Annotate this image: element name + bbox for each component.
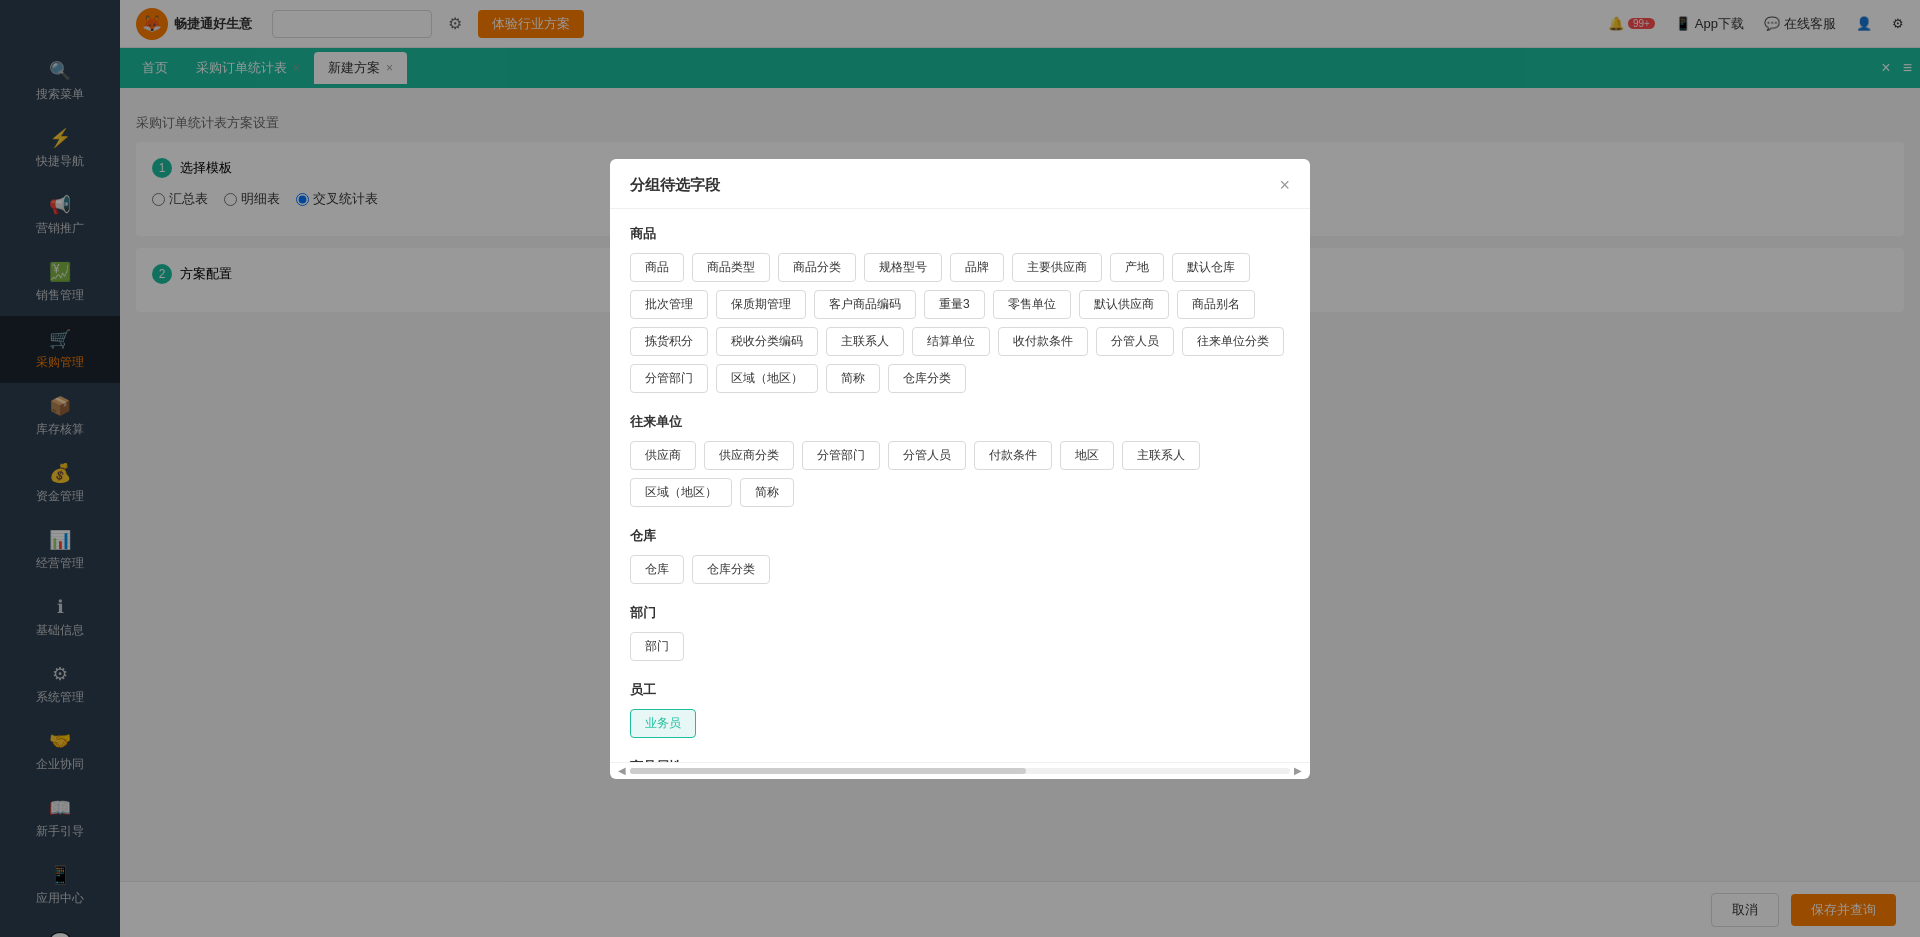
field-batch-mgmt[interactable]: 批次管理 [630, 290, 708, 319]
field-spec-type[interactable]: 规格型号 [864, 253, 942, 282]
field-dept2[interactable]: 分管部门 [802, 441, 880, 470]
section-dept-title: 部门 [630, 604, 1290, 622]
field-pickup-score[interactable]: 拣货积分 [630, 327, 708, 356]
modal-overlay: 分组待选字段 × 商品 商品 商品类型 商品分类 规格型号 品牌 主要供应商 产… [0, 0, 1920, 937]
hscroll-right-arrow[interactable]: ▶ [1294, 765, 1302, 776]
hscroll-thumb [630, 768, 1026, 774]
section-product-title: 商品 [630, 225, 1290, 243]
field-payment-condition[interactable]: 付款条件 [974, 441, 1052, 470]
hscroll-track [630, 768, 1290, 774]
field-region2[interactable]: 地区 [1060, 441, 1114, 470]
field-warehouse[interactable]: 仓库 [630, 555, 684, 584]
partner-fields: 供应商 供应商分类 分管部门 分管人员 付款条件 地区 主联系人 区域（地区） … [630, 441, 1290, 507]
field-main-supplier[interactable]: 主要供应商 [1012, 253, 1102, 282]
hscroll-left-arrow[interactable]: ◀ [618, 765, 626, 776]
section-employee: 员工 业务员 [630, 681, 1290, 738]
field-customer-code[interactable]: 客户商品编码 [814, 290, 916, 319]
field-manager[interactable]: 分管人员 [1096, 327, 1174, 356]
field-main-contact[interactable]: 主联系人 [826, 327, 904, 356]
field-default-warehouse[interactable]: 默认仓库 [1172, 253, 1250, 282]
field-manager2[interactable]: 分管人员 [888, 441, 966, 470]
field-short-name2[interactable]: 简称 [740, 478, 794, 507]
section-warehouse-title: 仓库 [630, 527, 1290, 545]
field-tax-code[interactable]: 税收分类编码 [716, 327, 818, 356]
field-product-category[interactable]: 商品分类 [778, 253, 856, 282]
field-supplier-category[interactable]: 供应商分类 [704, 441, 794, 470]
modal-header: 分组待选字段 × [610, 159, 1310, 209]
field-default-supplier[interactable]: 默认供应商 [1079, 290, 1169, 319]
dept-fields: 部门 [630, 632, 1290, 661]
field-origin[interactable]: 产地 [1110, 253, 1164, 282]
field-main-contact2[interactable]: 主联系人 [1122, 441, 1200, 470]
section-warehouse: 仓库 仓库 仓库分类 [630, 527, 1290, 584]
field-product[interactable]: 商品 [630, 253, 684, 282]
modal-title: 分组待选字段 [630, 176, 720, 195]
modal-body[interactable]: 商品 商品 商品类型 商品分类 规格型号 品牌 主要供应商 产地 默认仓库 批次… [610, 209, 1310, 763]
field-dept[interactable]: 分管部门 [630, 364, 708, 393]
field-region3[interactable]: 区域（地区） [630, 478, 732, 507]
field-short-name[interactable]: 简称 [826, 364, 880, 393]
warehouse-fields: 仓库 仓库分类 [630, 555, 1290, 584]
field-product-type[interactable]: 商品类型 [692, 253, 770, 282]
section-partner: 往来单位 供应商 供应商分类 分管部门 分管人员 付款条件 地区 主联系人 区域… [630, 413, 1290, 507]
section-product: 商品 商品 商品类型 商品分类 规格型号 品牌 主要供应商 产地 默认仓库 批次… [630, 225, 1290, 393]
field-from-unit-cat[interactable]: 往来单位分类 [1182, 327, 1284, 356]
product-fields: 商品 商品类型 商品分类 规格型号 品牌 主要供应商 产地 默认仓库 批次管理 … [630, 253, 1290, 393]
field-retail-unit[interactable]: 零售单位 [993, 290, 1071, 319]
employee-fields: 业务员 [630, 709, 1290, 738]
section-employee-title: 员工 [630, 681, 1290, 699]
field-product-alias[interactable]: 商品别名 [1177, 290, 1255, 319]
field-supplier[interactable]: 供应商 [630, 441, 696, 470]
field-dept3[interactable]: 部门 [630, 632, 684, 661]
field-settlement-unit[interactable]: 结算单位 [912, 327, 990, 356]
modal-hscroll[interactable]: ◀ ▶ [610, 762, 1310, 778]
field-quality-mgmt[interactable]: 保质期管理 [716, 290, 806, 319]
field-salesperson[interactable]: 业务员 [630, 709, 696, 738]
field-payment-terms[interactable]: 收付款条件 [998, 327, 1088, 356]
field-warehouse-cat[interactable]: 仓库分类 [692, 555, 770, 584]
modal-close-btn[interactable]: × [1279, 175, 1290, 196]
field-brand[interactable]: 品牌 [950, 253, 1004, 282]
field-select-modal: 分组待选字段 × 商品 商品 商品类型 商品分类 规格型号 品牌 主要供应商 产… [610, 159, 1310, 779]
section-dept: 部门 部门 [630, 604, 1290, 661]
section-partner-title: 往来单位 [630, 413, 1290, 431]
field-warehouse-category[interactable]: 仓库分类 [888, 364, 966, 393]
field-region[interactable]: 区域（地区） [716, 364, 818, 393]
field-weight3[interactable]: 重量3 [924, 290, 985, 319]
